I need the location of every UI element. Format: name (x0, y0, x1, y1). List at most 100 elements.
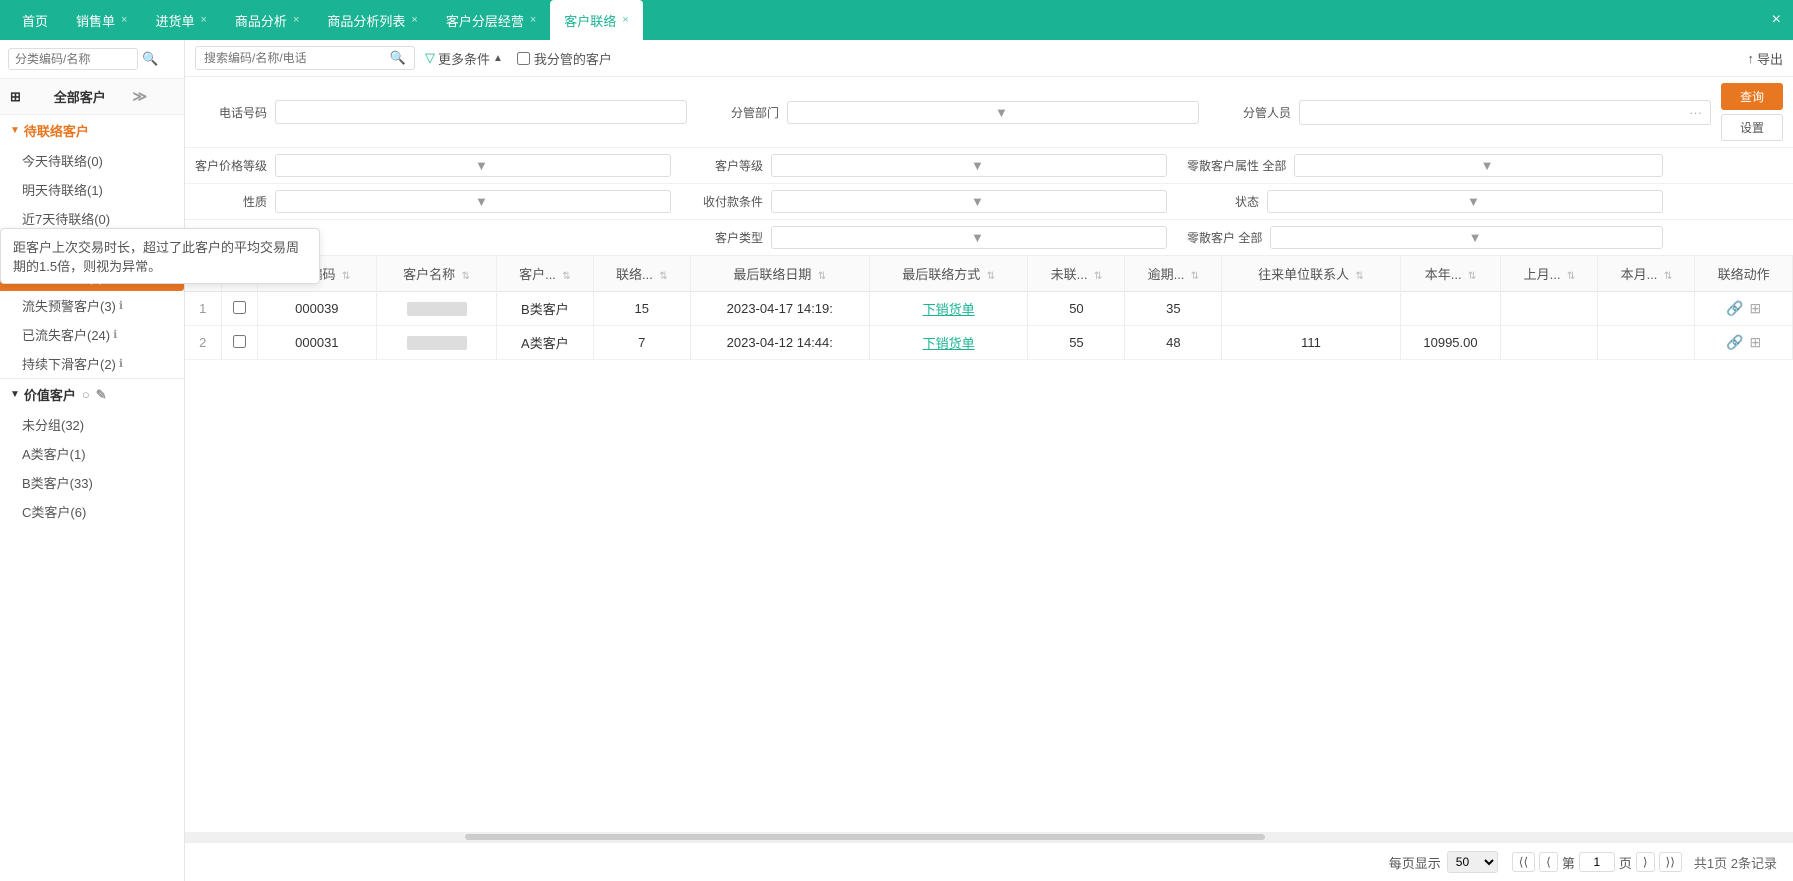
prev-page-button[interactable]: ⟨ (1539, 852, 1558, 872)
sidebar-item-tomorrow-pending[interactable]: 明天待联络(1) (0, 175, 184, 204)
total-records: 共1页 2条记录 (1694, 853, 1777, 872)
sort-icon-unit[interactable]: ⇅ (1355, 271, 1363, 282)
filter-item-status: 状态 ▼ (1187, 190, 1663, 213)
sort-icon-overdue[interactable]: ⇅ (1191, 271, 1199, 282)
filter-label-status: 状态 (1187, 193, 1267, 210)
sort-icon-type[interactable]: ⇅ (562, 271, 570, 282)
next-page-button[interactable]: ⟩ (1636, 852, 1655, 872)
my-customers-checkbox[interactable] (517, 52, 530, 65)
row-name-cell (377, 326, 497, 360)
scrollbar-thumb[interactable] (465, 834, 1265, 840)
filter-manager-input[interactable]: ··· (1299, 100, 1711, 125)
row-checkbox[interactable] (233, 301, 246, 314)
dots-icon: ··· (1689, 105, 1702, 120)
sort-icon-method[interactable]: ⇅ (987, 271, 995, 282)
customer-name-blurred (407, 336, 467, 350)
row-last-date-cell: 2023-04-12 14:44: (690, 326, 869, 360)
col-customer-type: 客户... ⇅ (496, 256, 593, 292)
close-customer-contact-tab[interactable]: × (622, 14, 628, 26)
filter-input-phone[interactable] (275, 100, 687, 124)
close-purchase-tab[interactable]: × (200, 14, 206, 26)
row-checkbox[interactable] (233, 335, 246, 348)
sidebar-item-loss-warning[interactable]: 流失预警客户(3) ℹ (0, 291, 184, 320)
tab-purchase[interactable]: 进货单 × (141, 0, 220, 40)
sidebar-search-input[interactable] (8, 48, 138, 70)
tab-customer-contact[interactable]: 客户联络 × (550, 0, 642, 40)
filter-select-customer-type[interactable]: ▼ (771, 226, 1167, 249)
action-grid-icon[interactable]: ⊞ (1750, 334, 1762, 351)
sidebar-item-c-class[interactable]: C类客户(6) (0, 497, 184, 526)
row-action-cell: 🔗 ⊞ (1695, 326, 1793, 360)
row-last-month-cell (1501, 292, 1598, 326)
sort-icon-name[interactable]: ⇅ (462, 271, 470, 282)
info-icon2: ℹ (119, 299, 123, 312)
sort-icon-date[interactable]: ⇅ (818, 271, 826, 282)
filter-label-retail-attr: 零散客户属性 全部 (1187, 157, 1294, 174)
filter-select-department[interactable]: ▼ (787, 101, 1199, 124)
close-sales-tab[interactable]: × (121, 14, 127, 26)
action-grid-icon[interactable]: ⊞ (1750, 300, 1762, 317)
search-input[interactable] (204, 51, 390, 65)
toolbar: 🔍 ▽ 更多条件 ▲ 我分管的客户 ↑ 导出 (185, 40, 1793, 77)
last-contact-method-link[interactable]: 下销货单 (923, 336, 975, 351)
edit-icon[interactable]: ○ (82, 387, 90, 402)
sort-icon-year[interactable]: ⇅ (1468, 271, 1476, 282)
settings-button[interactable]: 设置 (1721, 114, 1783, 141)
more-conditions-button[interactable]: ▽ 更多条件 ▲ (425, 49, 503, 68)
tab-sales[interactable]: 销售单 × (62, 0, 141, 40)
sidebar-item-today-pending[interactable]: 今天待联络(0) (0, 146, 184, 175)
row-overdue-cell: 48 (1125, 326, 1222, 360)
value-customer-section-header[interactable]: ▼ 价值客户 ○ ✎ (0, 378, 184, 410)
row-unit-contact-cell: 111 (1222, 326, 1400, 360)
filter-select-payment-terms[interactable]: ▼ (771, 190, 1167, 213)
export-button[interactable]: ↑ 导出 (1747, 49, 1783, 68)
tab-product-analysis[interactable]: 商品分析 × (221, 0, 313, 40)
sort-icon-contact[interactable]: ⇅ (659, 271, 667, 282)
row-checkbox-cell[interactable] (221, 292, 257, 326)
last-page-button[interactable]: ⟩⟩ (1659, 852, 1682, 872)
info-icon4: ℹ (119, 357, 123, 370)
first-page-button[interactable]: ⟨⟨ (1512, 852, 1535, 872)
close-product-analysis-tab[interactable]: × (293, 14, 299, 26)
tab-product-analysis-list[interactable]: 商品分析列表 × (313, 0, 431, 40)
search-button[interactable]: 🔍 (390, 50, 406, 66)
col-last-month: 上月... ⇅ (1501, 256, 1598, 292)
sort-icon-uncontacted[interactable]: ⇅ (1094, 271, 1102, 282)
close-product-analysis-list-tab[interactable]: × (411, 14, 417, 26)
tab-customer-tier[interactable]: 客户分层经营 × (432, 0, 550, 40)
sidebar-collapse-button[interactable]: ≫ (133, 88, 148, 105)
filter-select-status[interactable]: ▼ (1267, 190, 1663, 213)
per-page-select[interactable]: 50 100 200 (1447, 851, 1498, 873)
sort-icon-lastmonth[interactable]: ⇅ (1567, 271, 1575, 282)
filter-select-customer-tier[interactable]: ▼ (771, 154, 1167, 177)
sidebar-search-icon[interactable]: 🔍 (142, 51, 158, 67)
horizontal-scrollbar[interactable] (185, 832, 1793, 842)
sidebar-item-declining-customers[interactable]: 持续下滑客户(2) ℹ (0, 349, 184, 378)
filter-select-retail-customer[interactable]: ▼ (1270, 226, 1663, 249)
pagination-nav: ⟨⟨ ⟨ 第 页 ⟩ ⟩⟩ (1512, 852, 1682, 872)
query-button[interactable]: 查询 (1721, 83, 1783, 110)
sidebar-item-lost-customers[interactable]: 已流失客户(24) ℹ (0, 320, 184, 349)
sort-icon-code[interactable]: ⇅ (342, 271, 350, 282)
close-customer-tier-tab[interactable]: × (530, 14, 536, 26)
filter-item-retail-attr: 零散客户属性 全部 ▼ (1187, 154, 1663, 177)
action-link-icon[interactable]: 🔗 (1726, 300, 1743, 317)
last-contact-method-link[interactable]: 下销货单 (923, 302, 975, 317)
edit-icon2[interactable]: ✎ (96, 387, 107, 403)
window-close-button[interactable]: × (1772, 11, 1781, 29)
row-checkbox-cell[interactable] (221, 326, 257, 360)
page-number-input[interactable] (1579, 852, 1615, 872)
sidebar-item-b-class[interactable]: B类客户(33) (0, 468, 184, 497)
filter-select-price-tier[interactable]: ▼ (275, 154, 671, 177)
action-link-icon[interactable]: 🔗 (1726, 334, 1743, 351)
filter-select-retail-attr[interactable]: ▼ (1294, 154, 1663, 177)
sidebar-item-ungrouped[interactable]: 未分组(32) (0, 410, 184, 439)
pending-section-header[interactable]: ▼ 待联络客户 (0, 115, 184, 146)
filter-select-nature[interactable]: ▼ (275, 190, 671, 213)
my-customers-checkbox-area[interactable]: 我分管的客户 (517, 49, 612, 68)
sidebar-item-a-class[interactable]: A类客户(1) (0, 439, 184, 468)
sort-icon-thismonth[interactable]: ⇅ (1664, 271, 1672, 282)
customer-name-blurred (407, 302, 467, 316)
row-last-method-cell: 下销货单 (869, 326, 1028, 360)
tab-home[interactable]: 首页 (8, 0, 62, 40)
